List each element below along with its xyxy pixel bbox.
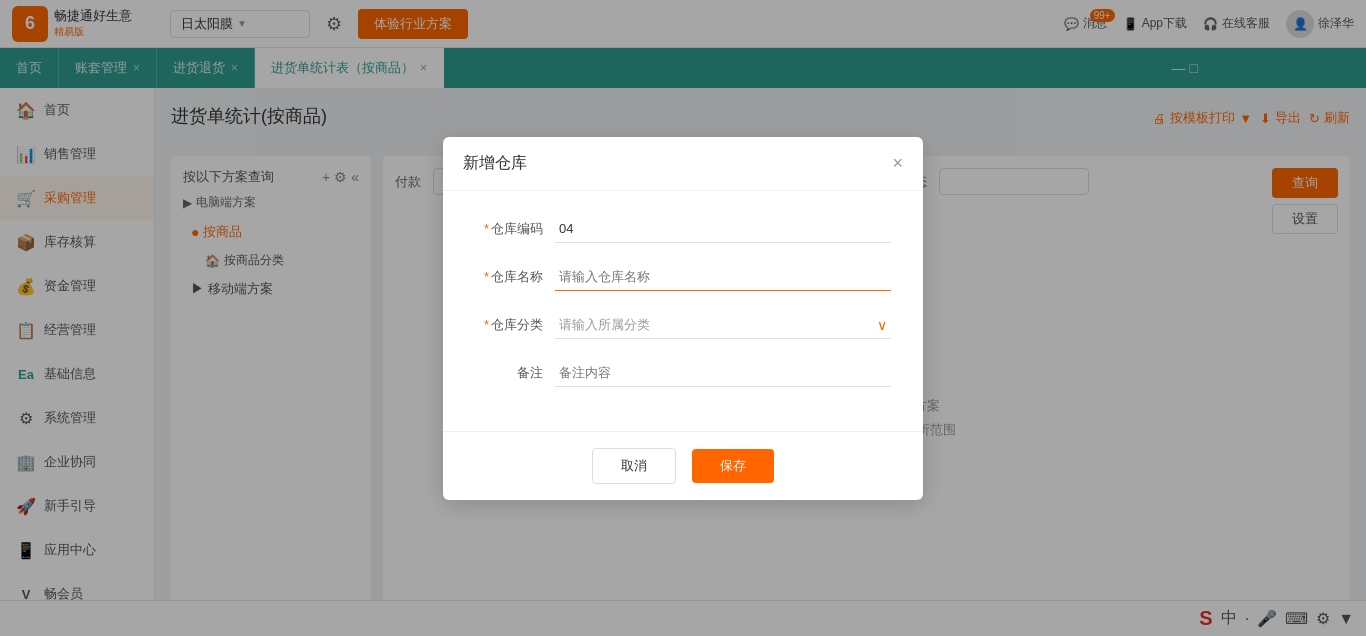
form-row-note: 备注 xyxy=(475,359,891,387)
required-star-code: * xyxy=(484,221,489,236)
dialog-overlay: 新增仓库 × * 仓库编码 * 仓库名称 xyxy=(0,0,1366,636)
form-row-category: * 仓库分类 请输入所属分类 ∨ xyxy=(475,311,891,339)
dialog-body: * 仓库编码 * 仓库名称 * 仓库分类 xyxy=(443,191,923,431)
note-label: 备注 xyxy=(475,364,555,382)
code-input[interactable] xyxy=(555,215,891,243)
dialog-footer: 取消 保存 xyxy=(443,431,923,500)
dialog-close-button[interactable]: × xyxy=(892,153,903,174)
name-label: * 仓库名称 xyxy=(475,268,555,286)
form-row-code: * 仓库编码 xyxy=(475,215,891,243)
category-select[interactable]: 请输入所属分类 xyxy=(555,311,891,339)
code-label: * 仓库编码 xyxy=(475,220,555,238)
dialog-title: 新增仓库 xyxy=(463,153,527,174)
form-row-name: * 仓库名称 xyxy=(475,263,891,291)
cancel-button[interactable]: 取消 xyxy=(592,448,676,484)
category-label: * 仓库分类 xyxy=(475,316,555,334)
name-input[interactable] xyxy=(555,263,891,291)
category-select-wrap: 请输入所属分类 ∨ xyxy=(555,311,891,339)
new-warehouse-dialog: 新增仓库 × * 仓库编码 * 仓库名称 xyxy=(443,137,923,500)
dialog-header: 新增仓库 × xyxy=(443,137,923,191)
note-input[interactable] xyxy=(555,359,891,387)
save-button[interactable]: 保存 xyxy=(692,449,774,483)
required-star-name: * xyxy=(484,269,489,284)
required-star-category: * xyxy=(484,317,489,332)
